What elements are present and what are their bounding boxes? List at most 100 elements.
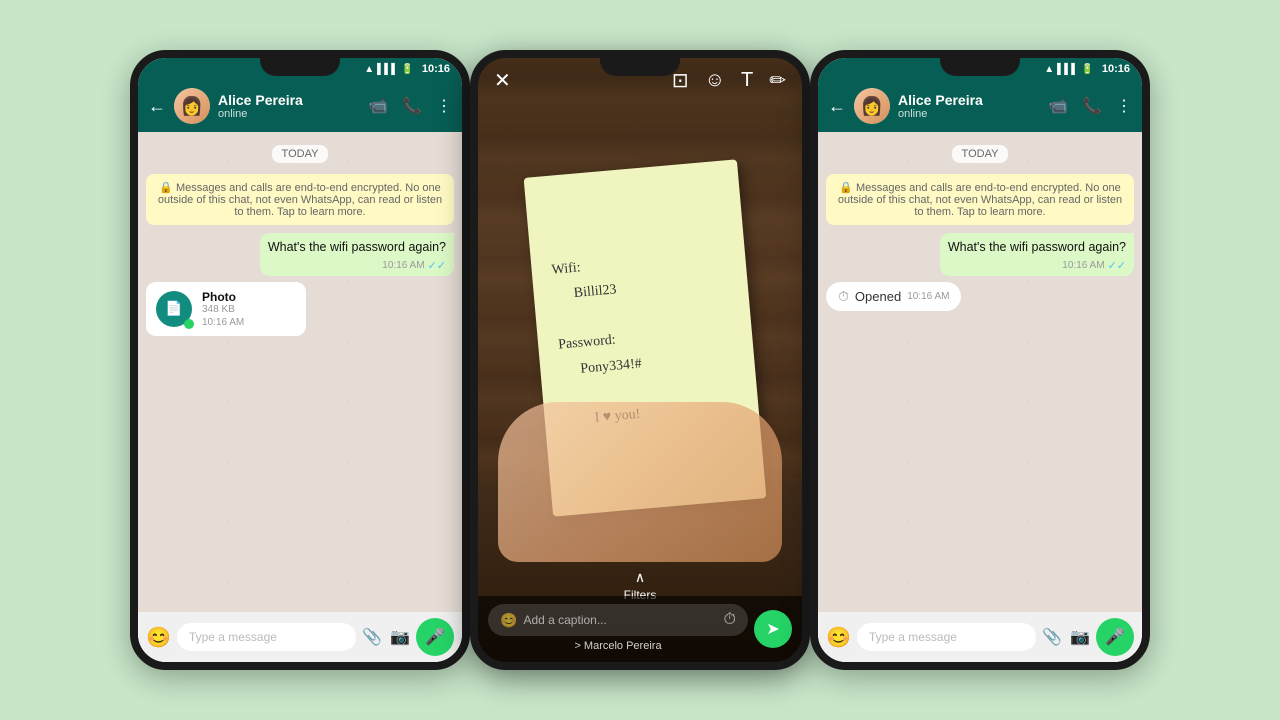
chat-header-right: ← 👩 Alice Pereira online 📹 📞 ⋮ bbox=[818, 80, 1142, 132]
encrypt-notice-right[interactable]: 🔒 Messages and calls are end-to-end encr… bbox=[826, 174, 1134, 225]
input-icons-right: 📎 📷 bbox=[1042, 627, 1090, 647]
battery-icon-left: 🔋 bbox=[401, 64, 413, 75]
photo-msg-left[interactable]: 📄 Photo 348 KB 10:16 AM bbox=[146, 282, 306, 336]
mic-button-left[interactable]: 🎤 bbox=[416, 618, 454, 656]
emoji-button-left[interactable]: 😊 bbox=[146, 625, 171, 650]
message-input-right[interactable]: Type a message bbox=[857, 623, 1036, 651]
contact-status-left: online bbox=[218, 108, 360, 120]
date-divider-left: TODAY bbox=[146, 144, 454, 162]
mic-button-right[interactable]: 🎤 bbox=[1096, 618, 1134, 656]
password-value: Pony334!# bbox=[580, 356, 643, 376]
phone-middle: ✕ ⊡ ☺ T ✏ Wifi: Billil23 Password: Pony3… bbox=[470, 50, 810, 670]
back-button-right[interactable]: ← bbox=[828, 96, 846, 117]
emoji-button-middle[interactable]: ☺ bbox=[705, 69, 725, 92]
wifi-icon-right: ▲ bbox=[1044, 64, 1054, 75]
signal-icon-right: ▌▌▌ bbox=[1057, 64, 1078, 75]
video-call-button-left[interactable]: 📹 bbox=[368, 96, 388, 116]
photo-info-left: Photo 348 KB bbox=[202, 290, 244, 315]
date-divider-right: TODAY bbox=[826, 144, 1134, 162]
emoji-button-right[interactable]: 😊 bbox=[826, 625, 851, 650]
contact-name-left: Alice Pereira bbox=[218, 92, 360, 108]
camera-button-left[interactable]: 📷 bbox=[390, 627, 410, 647]
send-icon-middle: ➤ bbox=[766, 619, 779, 639]
chat-header-left: ← 👩 Alice Pereira online 📹 📞 ⋮ bbox=[138, 80, 462, 132]
phone-left: ▲ ▌▌▌ 🔋 10:16 ← 👩 Alice Pereira online 📹… bbox=[130, 50, 470, 670]
caption-input[interactable]: 😊 Add a caption... ⏱ bbox=[488, 604, 748, 636]
avatar-right: 👩 bbox=[854, 88, 890, 124]
msg-text-left: What's the wifi password again? bbox=[268, 239, 446, 257]
wifi-icon-left: ▲ bbox=[364, 64, 374, 75]
camera-icons-right: ⊡ ☺ T ✏ bbox=[672, 68, 786, 93]
phone-right: ▲ ▌▌▌ 🔋 10:16 ← 👩 Alice Pereira online 📹… bbox=[810, 50, 1150, 670]
status-time-right: 10:16 bbox=[1102, 63, 1130, 75]
msg-time-left: 10:16 AM bbox=[382, 260, 424, 271]
signal-icons-right: ▲ ▌▌▌ 🔋 bbox=[1044, 64, 1094, 75]
text-button-middle[interactable]: T bbox=[741, 69, 753, 92]
wifi-value: Billil23 bbox=[573, 282, 617, 301]
notch-middle bbox=[600, 58, 680, 76]
notch-left bbox=[260, 58, 340, 76]
filters-chevron-icon: ∧ bbox=[635, 569, 645, 586]
photo-doc-icon: 📄 bbox=[165, 300, 182, 317]
contact-name-right: Alice Pereira bbox=[898, 92, 1040, 108]
menu-button-right[interactable]: ⋮ bbox=[1116, 96, 1132, 116]
camera-input-bar: 😊 Add a caption... ⏱ > Marcelo Pereira ➤ bbox=[478, 596, 802, 662]
photo-time-left: 10:16 AM bbox=[202, 317, 244, 328]
mic-icon-right: 🎤 bbox=[1105, 627, 1125, 647]
avatar-left: 👩 bbox=[174, 88, 210, 124]
opened-label-right: Opened bbox=[855, 289, 901, 304]
signal-icon-left: ▌▌▌ bbox=[377, 64, 398, 75]
msg-text-right: What's the wifi password again? bbox=[948, 239, 1126, 257]
photo-name-left: Photo bbox=[202, 290, 244, 304]
send-button-middle[interactable]: ➤ bbox=[754, 610, 792, 648]
msg-meta-right: 10:16 AM ✓✓ bbox=[948, 259, 1126, 272]
opened-badge-right: ⏱ Opened 10:16 AM bbox=[826, 282, 961, 311]
timer-icon: ⏱ bbox=[724, 611, 736, 629]
photo-icon-left: 📄 bbox=[156, 291, 192, 327]
avatar-img-right: 👩 bbox=[854, 88, 890, 124]
message-input-left[interactable]: Type a message bbox=[177, 623, 356, 651]
hand-image bbox=[498, 402, 782, 562]
call-button-right[interactable]: 📞 bbox=[1082, 96, 1102, 116]
input-bar-left: 😊 Type a message 📎 📷 🎤 bbox=[138, 612, 462, 662]
contact-info-right: Alice Pereira online bbox=[898, 92, 1040, 120]
password-label: Password: bbox=[558, 333, 617, 353]
opened-icon-right: ⏱ bbox=[838, 288, 849, 305]
wifi-label: Wifi: bbox=[551, 260, 581, 277]
signal-icons-left: ▲ ▌▌▌ 🔋 bbox=[364, 64, 414, 75]
avatar-img-left: 👩 bbox=[174, 88, 210, 124]
chat-body-right: TODAY 🔒 Messages and calls are end-to-en… bbox=[818, 132, 1142, 612]
msg-outgoing-left: What's the wifi password again? 10:16 AM… bbox=[260, 233, 454, 276]
attach-button-right[interactable]: 📎 bbox=[1042, 627, 1062, 647]
recipient-bar[interactable]: > Marcelo Pereira bbox=[488, 640, 748, 654]
attach-button-left[interactable]: 📎 bbox=[362, 627, 382, 647]
menu-button-left[interactable]: ⋮ bbox=[436, 96, 452, 116]
battery-icon-right: 🔋 bbox=[1081, 64, 1093, 75]
notch-right bbox=[940, 58, 1020, 76]
contact-status-right: online bbox=[898, 108, 1040, 120]
opened-time-right: 10:16 AM bbox=[907, 291, 949, 302]
msg-time-right: 10:16 AM bbox=[1062, 260, 1104, 271]
msg-ticks-left: ✓✓ bbox=[428, 259, 446, 272]
camera-button-right[interactable]: 📷 bbox=[1070, 627, 1090, 647]
video-call-button-right[interactable]: 📹 bbox=[1048, 96, 1068, 116]
contact-info-left: Alice Pereira online bbox=[218, 92, 360, 120]
photo-size-left: 348 KB bbox=[202, 304, 244, 315]
call-button-left[interactable]: 📞 bbox=[402, 96, 422, 116]
mic-icon-left: 🎤 bbox=[425, 627, 445, 647]
chat-body-left: TODAY 🔒 Messages and calls are end-to-en… bbox=[138, 132, 462, 612]
header-icons-left: 📹 📞 ⋮ bbox=[368, 96, 452, 116]
input-placeholder-right: Type a message bbox=[869, 630, 957, 644]
input-placeholder-left: Type a message bbox=[189, 630, 277, 644]
draw-button-middle[interactable]: ✏ bbox=[769, 68, 786, 93]
msg-ticks-right: ✓✓ bbox=[1108, 259, 1126, 272]
encrypt-notice-left[interactable]: 🔒 Messages and calls are end-to-end encr… bbox=[146, 174, 454, 225]
back-button-left[interactable]: ← bbox=[148, 96, 166, 117]
input-icons-left: 📎 📷 bbox=[362, 627, 410, 647]
close-button-middle[interactable]: ✕ bbox=[494, 68, 511, 93]
input-bar-right: 😊 Type a message 📎 📷 🎤 bbox=[818, 612, 1142, 662]
msg-outgoing-right: What's the wifi password again? 10:16 AM… bbox=[940, 233, 1134, 276]
status-time-left: 10:16 bbox=[422, 63, 450, 75]
header-icons-right: 📹 📞 ⋮ bbox=[1048, 96, 1132, 116]
caption-placeholder: Add a caption... bbox=[523, 613, 717, 627]
